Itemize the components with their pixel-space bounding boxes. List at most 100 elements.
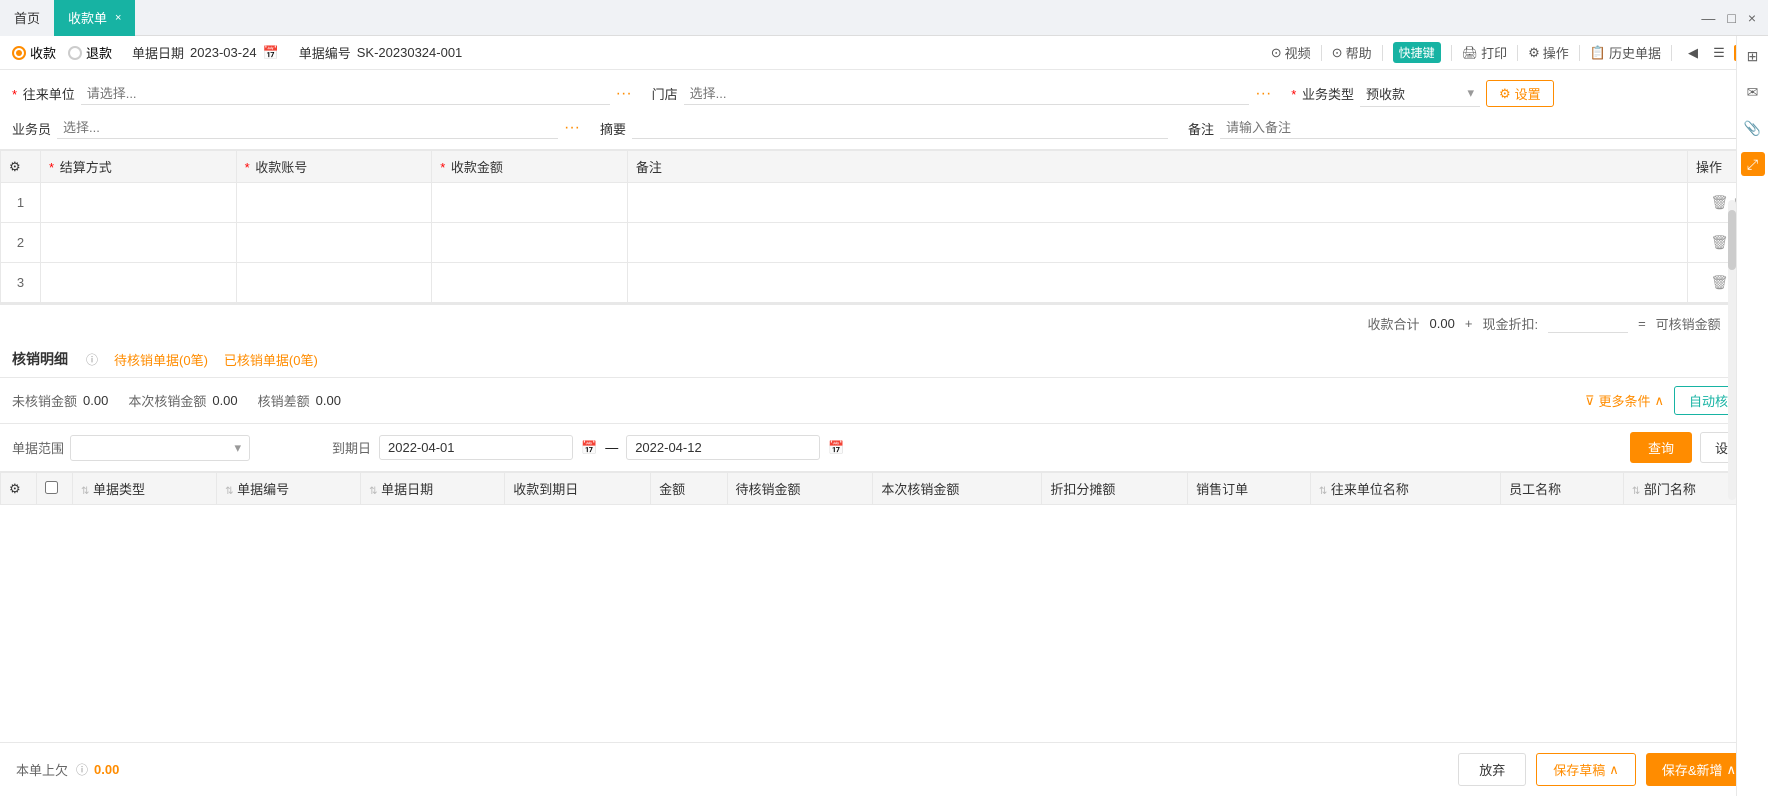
delete-icon-2[interactable]: 🗑 [1711, 234, 1729, 251]
pending-tab-link[interactable]: 待核销单据(0笔) [114, 350, 208, 369]
business-type-select[interactable]: 预收款 ▾ [1360, 81, 1480, 107]
staff-label: 业务员 [12, 119, 51, 138]
select-all-checkbox[interactable] [45, 481, 58, 494]
due-date-end-input[interactable] [626, 435, 820, 460]
store-input[interactable] [684, 83, 1250, 105]
amount-cell-2[interactable] [432, 223, 628, 263]
partner-more-btn[interactable]: ··· [616, 85, 632, 103]
maximize-button[interactable]: □ [1727, 10, 1735, 26]
save-new-chevron-icon: ∧ [1726, 762, 1736, 778]
settlement-cell-3[interactable] [41, 263, 237, 303]
tab-receipt[interactable]: 收款单 × [54, 0, 135, 36]
help-action[interactable]: ⊙ 帮助 [1332, 43, 1372, 62]
receipt-radio[interactable]: 收款 [12, 43, 56, 62]
writeoff-table: ⚙ ⇅ 单据类型 ⇅ 单据编号 ⇅ 单据日期 [0, 472, 1768, 505]
remarks-input-3[interactable] [628, 263, 1687, 302]
store-more-btn[interactable]: ··· [1255, 85, 1271, 103]
remarks-input-2[interactable] [628, 223, 1687, 262]
account-input-3[interactable] [237, 263, 432, 302]
main-content: 收款 退款 单据日期 2023-03-24 📅 单据编号 SK-20230324… [0, 36, 1768, 796]
account-cell-1[interactable] [236, 183, 432, 223]
footer-info-icon[interactable]: ⓘ [76, 761, 88, 778]
settlement-cell-1[interactable] [41, 183, 237, 223]
search-row: 单据范围 ▾ 到期日 📅 — 📅 查询 设置 [0, 424, 1768, 472]
list-view-icon[interactable]: ☰ [1708, 45, 1730, 61]
remarks-cell-3[interactable] [627, 263, 1687, 303]
abandon-button[interactable]: 放弃 [1458, 753, 1526, 786]
shortcut-action[interactable]: 快捷键 [1393, 42, 1441, 63]
help-icon: ⊙ [1332, 45, 1343, 61]
due-date-th: 收款到期日 [505, 473, 651, 505]
delete-icon-1[interactable]: 🗑 [1711, 194, 1729, 211]
doc-number-th: ⇅ 单据编号 [217, 473, 361, 505]
refund-radio[interactable]: 退款 [68, 43, 112, 62]
scroll-thumb[interactable] [1728, 210, 1736, 270]
diff-value: 0.00 [316, 393, 341, 408]
calendar-start-icon[interactable]: 📅 [581, 440, 597, 456]
amount-cell-1[interactable] [432, 183, 628, 223]
number-value: SK-20230324-001 [357, 45, 463, 60]
settlement-input-1[interactable] [41, 183, 236, 222]
remarks-cell-1[interactable] [627, 183, 1687, 223]
row-num-1: 1 [1, 183, 41, 223]
right-panel-expand-icon[interactable]: ⤢ [1741, 152, 1765, 176]
operation-icon: ⚙ [1528, 45, 1540, 61]
writeoff-info-icon[interactable]: ⓘ [86, 351, 98, 368]
amount-input-1[interactable] [432, 183, 627, 222]
print-action[interactable]: 🖨 打印 [1462, 43, 1508, 62]
date-value: 2023-03-24 [190, 45, 257, 60]
total-label: 收款合计 [1368, 314, 1420, 333]
right-panel-table-icon[interactable]: ⊞ [1741, 44, 1765, 68]
diff-label: 核销差额 [258, 391, 310, 410]
history-action[interactable]: 📋 历史单据 [1590, 43, 1661, 62]
right-panel: ⊞ ✉ 📎 ⤢ [1736, 36, 1768, 796]
form-settings-button[interactable]: ⚙ 设置 [1486, 80, 1554, 107]
staff-more-btn[interactable]: ··· [564, 119, 580, 137]
minimize-button[interactable]: — [1701, 10, 1715, 26]
more-filter-btn[interactable]: ⊽ 更多条件 ∧ [1585, 391, 1664, 410]
right-panel-email-icon[interactable]: ✉ [1741, 80, 1765, 104]
staff-input[interactable] [57, 117, 558, 139]
partner-field: * 往来单位 ··· [12, 83, 632, 105]
calendar-icon[interactable]: 📅 [263, 45, 279, 61]
tab-close-icon[interactable]: × [115, 12, 121, 24]
tab-home[interactable]: 首页 [0, 0, 54, 36]
account-input-2[interactable] [237, 223, 432, 262]
account-cell-2[interactable] [236, 223, 432, 263]
amount-input-3[interactable] [432, 263, 627, 302]
remarks-input-1[interactable] [628, 183, 1687, 222]
bottom-gear-th[interactable]: ⚙ [1, 473, 37, 505]
due-date-start-input[interactable] [379, 435, 573, 460]
range-select[interactable]: ▾ [70, 435, 250, 461]
operation-action[interactable]: ⚙ 操作 [1528, 43, 1569, 62]
shortcut-icon-box: 快捷键 [1393, 42, 1441, 63]
calendar-end-icon[interactable]: 📅 [828, 440, 844, 456]
amount-input-2[interactable] [432, 223, 627, 262]
account-th: * 收款账号 [236, 151, 432, 183]
done-tab-link[interactable]: 已核销单据(0笔) [224, 350, 318, 369]
remarks-cell-2[interactable] [627, 223, 1687, 263]
account-cell-3[interactable] [236, 263, 432, 303]
divider4 [1517, 45, 1518, 61]
remarks-input[interactable] [1220, 117, 1756, 139]
prev-view-icon[interactable]: ◀ [1682, 45, 1704, 61]
video-action[interactable]: ⊙ 视频 [1271, 43, 1311, 62]
delete-icon-3[interactable]: 🗑 [1711, 274, 1729, 291]
gear-th[interactable]: ⚙ [1, 151, 41, 183]
amount-cell-3[interactable] [432, 263, 628, 303]
settlement-cell-2[interactable] [41, 223, 237, 263]
partner-input[interactable] [81, 83, 610, 105]
save-draft-button[interactable]: 保存草稿 ∧ [1536, 753, 1636, 786]
discount-input[interactable] [1548, 313, 1628, 333]
current-value: 0.00 [212, 393, 237, 408]
save-draft-chevron-icon: ∧ [1609, 762, 1619, 778]
query-button[interactable]: 查询 [1630, 432, 1692, 463]
right-panel-clip-icon[interactable]: 📎 [1741, 116, 1765, 140]
settlement-input-3[interactable] [41, 263, 236, 302]
summary-input[interactable] [632, 117, 1168, 139]
settlement-input-2[interactable] [41, 223, 236, 262]
date-label: 单据日期 [132, 43, 184, 62]
close-button[interactable]: × [1748, 10, 1756, 26]
account-input-1[interactable] [237, 183, 432, 222]
scroll-track[interactable] [1728, 200, 1736, 500]
